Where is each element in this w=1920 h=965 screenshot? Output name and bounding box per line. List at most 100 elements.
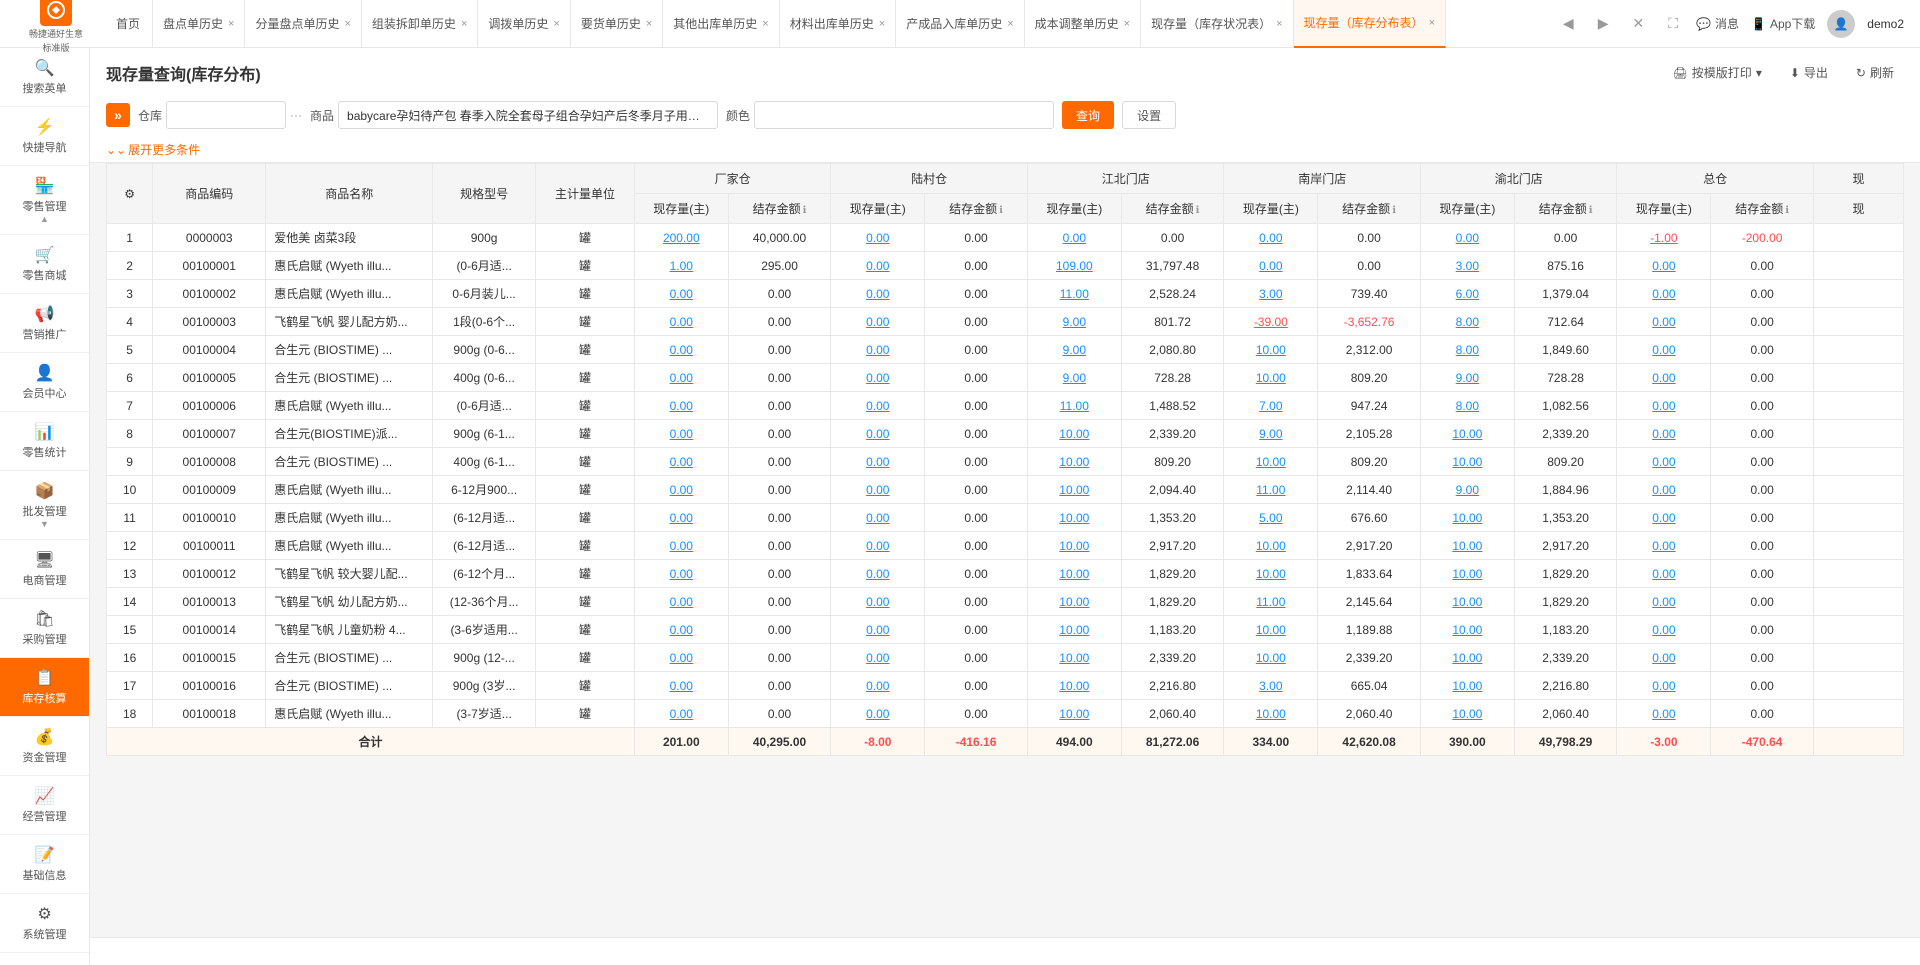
- tab-9[interactable]: 成本调整单历史 ×: [1025, 0, 1141, 48]
- cell-link[interactable]: 11.00: [1256, 595, 1285, 609]
- close-tab-11[interactable]: ×: [1429, 17, 1435, 29]
- cell-link[interactable]: 10.00: [1452, 427, 1482, 441]
- cell-link[interactable]: 10.00: [1059, 483, 1089, 497]
- cell-link[interactable]: 10.00: [1452, 455, 1482, 469]
- cell-link[interactable]: 200.00: [663, 231, 700, 245]
- table-cell[interactable]: 0.00: [1224, 224, 1318, 252]
- msg-btn[interactable]: 💬 消息: [1696, 15, 1739, 32]
- close-tab-4[interactable]: ×: [553, 18, 559, 30]
- table-cell[interactable]: 10.00: [1027, 504, 1121, 532]
- cell-link[interactable]: 10.00: [1059, 679, 1089, 693]
- tab-7[interactable]: 材料出库单历史 ×: [780, 0, 896, 48]
- table-cell[interactable]: 10.00: [1224, 448, 1318, 476]
- table-cell[interactable]: 10.00: [1027, 588, 1121, 616]
- table-cell[interactable]: 0.00: [1027, 224, 1121, 252]
- cell-link[interactable]: 10.00: [1059, 511, 1089, 525]
- tab-4[interactable]: 调拨单历史 ×: [478, 0, 570, 48]
- table-cell[interactable]: 9.00: [1420, 364, 1514, 392]
- cell-link[interactable]: 0.00: [1652, 427, 1675, 441]
- table-cell[interactable]: 0.00: [831, 560, 925, 588]
- sidebar-item-ecommerce[interactable]: 🖥 电商管理: [0, 540, 89, 599]
- close-tab-8[interactable]: ×: [1007, 18, 1013, 30]
- refresh-btn[interactable]: ↻ 刷新: [1846, 60, 1904, 85]
- cell-link[interactable]: 10.00: [1059, 651, 1089, 665]
- cell-link[interactable]: 10.00: [1452, 707, 1482, 721]
- table-cell[interactable]: 0.00: [1617, 420, 1711, 448]
- cell-link[interactable]: 0.00: [1652, 511, 1675, 525]
- table-cell[interactable]: 7.00: [1224, 392, 1318, 420]
- sidebar-item-ops[interactable]: 📈 经营管理: [0, 776, 89, 835]
- cell-link[interactable]: 10.00: [1256, 455, 1286, 469]
- table-cell[interactable]: 9.00: [1027, 364, 1121, 392]
- cell-link[interactable]: 0.00: [1652, 595, 1675, 609]
- cell-link[interactable]: 0.00: [670, 399, 693, 413]
- table-cell[interactable]: 0.00: [831, 280, 925, 308]
- cell-link[interactable]: 0.00: [1259, 259, 1282, 273]
- cell-link[interactable]: 0.00: [866, 595, 889, 609]
- sidebar-item-sys[interactable]: ⚙ 系统管理: [0, 894, 89, 953]
- cell-link[interactable]: 3.00: [1259, 679, 1282, 693]
- cell-link[interactable]: 0.00: [866, 343, 889, 357]
- sidebar-item-purchase[interactable]: 🛍 采购管理: [0, 599, 89, 658]
- table-cell[interactable]: 109.00: [1027, 252, 1121, 280]
- cell-link[interactable]: 9.00: [1063, 315, 1086, 329]
- print-btn[interactable]: 🖨 按模版打印 ▾: [1663, 60, 1772, 85]
- cell-link[interactable]: -1.00: [1650, 231, 1677, 245]
- table-cell[interactable]: 0.00: [831, 476, 925, 504]
- cell-link[interactable]: 0.00: [670, 371, 693, 385]
- table-cell[interactable]: 0.00: [1617, 616, 1711, 644]
- table-cell[interactable]: 10.00: [1224, 616, 1318, 644]
- cell-link[interactable]: 0.00: [1259, 231, 1282, 245]
- table-cell[interactable]: 0.00: [634, 616, 728, 644]
- table-cell[interactable]: 10.00: [1420, 560, 1514, 588]
- table-cell[interactable]: 0.00: [634, 588, 728, 616]
- search-btn[interactable]: 查询: [1062, 101, 1114, 129]
- cell-link[interactable]: 0.00: [670, 539, 693, 553]
- cell-link[interactable]: 7.00: [1259, 399, 1282, 413]
- cell-link[interactable]: 0.00: [670, 595, 693, 609]
- table-cell[interactable]: 11.00: [1027, 392, 1121, 420]
- cell-link[interactable]: 10.00: [1256, 343, 1286, 357]
- cell-link[interactable]: 0.00: [670, 483, 693, 497]
- table-cell[interactable]: -1.00: [1617, 224, 1711, 252]
- tab-6[interactable]: 其他出库单历史 ×: [663, 0, 779, 48]
- table-cell[interactable]: 0.00: [1617, 560, 1711, 588]
- table-cell[interactable]: 10.00: [1027, 644, 1121, 672]
- table-cell[interactable]: 10.00: [1420, 616, 1514, 644]
- user-avatar[interactable]: 👤: [1827, 10, 1855, 38]
- table-cell[interactable]: 0.00: [831, 336, 925, 364]
- cell-link[interactable]: 0.00: [670, 315, 693, 329]
- table-cell[interactable]: 10.00: [1420, 448, 1514, 476]
- sidebar-item-base[interactable]: 📝 基础信息: [0, 835, 89, 894]
- table-cell[interactable]: 0.00: [634, 280, 728, 308]
- table-cell[interactable]: 0.00: [1617, 588, 1711, 616]
- table-cell[interactable]: 10.00: [1420, 644, 1514, 672]
- sidebar-item-member[interactable]: 👤 会员中心: [0, 353, 89, 412]
- table-cell[interactable]: 200.00: [634, 224, 728, 252]
- table-cell[interactable]: 0.00: [1617, 532, 1711, 560]
- table-cell[interactable]: 0.00: [1617, 364, 1711, 392]
- cell-link[interactable]: 0.00: [1652, 343, 1675, 357]
- filter-expand-btn[interactable]: »: [106, 103, 130, 127]
- sidebar-item-retail-mgmt[interactable]: 🏪 零售管理 ▲: [0, 166, 89, 235]
- tab-5[interactable]: 要货单历史 ×: [571, 0, 663, 48]
- table-cell[interactable]: 0.00: [634, 644, 728, 672]
- table-cell[interactable]: 10.00: [1027, 616, 1121, 644]
- cell-link[interactable]: 11.00: [1256, 483, 1285, 497]
- table-cell[interactable]: 10.00: [1224, 560, 1318, 588]
- cell-link[interactable]: 9.00: [1063, 371, 1086, 385]
- cell-link[interactable]: 0.00: [1652, 623, 1675, 637]
- table-cell[interactable]: 0.00: [1617, 700, 1711, 728]
- cell-link[interactable]: 11.00: [1060, 287, 1089, 301]
- cell-link[interactable]: 0.00: [866, 483, 889, 497]
- table-cell[interactable]: 10.00: [1224, 532, 1318, 560]
- table-cell[interactable]: 10.00: [1420, 672, 1514, 700]
- cell-link[interactable]: 10.00: [1256, 539, 1286, 553]
- cell-link[interactable]: 5.00: [1259, 511, 1282, 525]
- table-cell[interactable]: 10.00: [1224, 336, 1318, 364]
- table-cell[interactable]: 0.00: [634, 504, 728, 532]
- tab-prev-arrow[interactable]: ◀: [1557, 15, 1580, 32]
- tab-11[interactable]: 现存量（库存分布表） ×: [1294, 0, 1446, 48]
- table-cell[interactable]: 5.00: [1224, 504, 1318, 532]
- cell-link[interactable]: 10.00: [1452, 567, 1482, 581]
